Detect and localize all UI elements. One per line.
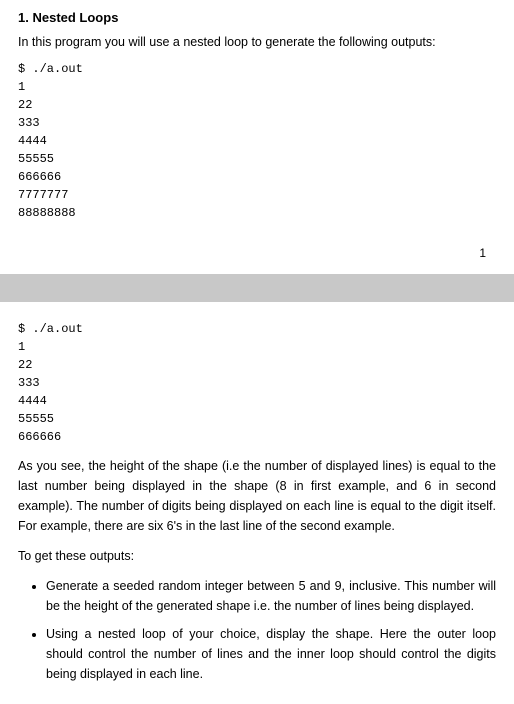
code-line: $ ./a.out <box>18 60 496 78</box>
code-line: 333 <box>18 114 496 132</box>
code-line: 7777777 <box>18 186 496 204</box>
code-block-1: $ ./a.out1223334444555556666667777777888… <box>18 60 496 222</box>
bullet-item: Generate a seeded random integer between… <box>46 576 496 616</box>
code-line: 22 <box>18 96 496 114</box>
code-line: 1 <box>18 338 496 356</box>
page-number: 1 <box>479 246 486 260</box>
code-line: 55555 <box>18 150 496 168</box>
page-number-bar: 1 <box>18 242 496 264</box>
explanation-text: As you see, the height of the shape (i.e… <box>18 456 496 536</box>
section-title: 1. Nested Loops <box>18 10 496 25</box>
code-line: $ ./a.out <box>18 320 496 338</box>
page-divider <box>0 274 514 302</box>
bullet-item: Using a nested loop of your choice, disp… <box>46 624 496 684</box>
code-line: 1 <box>18 78 496 96</box>
section-number: 1. <box>18 10 29 25</box>
to-get-outputs-label: To get these outputs: <box>18 546 496 566</box>
page-top: 1. Nested Loops In this program you will… <box>0 0 514 274</box>
page-bottom: $ ./a.out122333444455555666666 As you se… <box>0 302 514 704</box>
code-block-2: $ ./a.out122333444455555666666 <box>18 320 496 446</box>
code-line: 22 <box>18 356 496 374</box>
code-line: 666666 <box>18 428 496 446</box>
code-line: 88888888 <box>18 204 496 222</box>
code-line: 55555 <box>18 410 496 428</box>
code-line: 4444 <box>18 392 496 410</box>
code-line: 333 <box>18 374 496 392</box>
intro-text: In this program you will use a nested lo… <box>18 33 496 52</box>
bullet-list: Generate a seeded random integer between… <box>46 576 496 684</box>
code-line: 666666 <box>18 168 496 186</box>
code-line: 4444 <box>18 132 496 150</box>
section-heading: Nested Loops <box>32 10 118 25</box>
